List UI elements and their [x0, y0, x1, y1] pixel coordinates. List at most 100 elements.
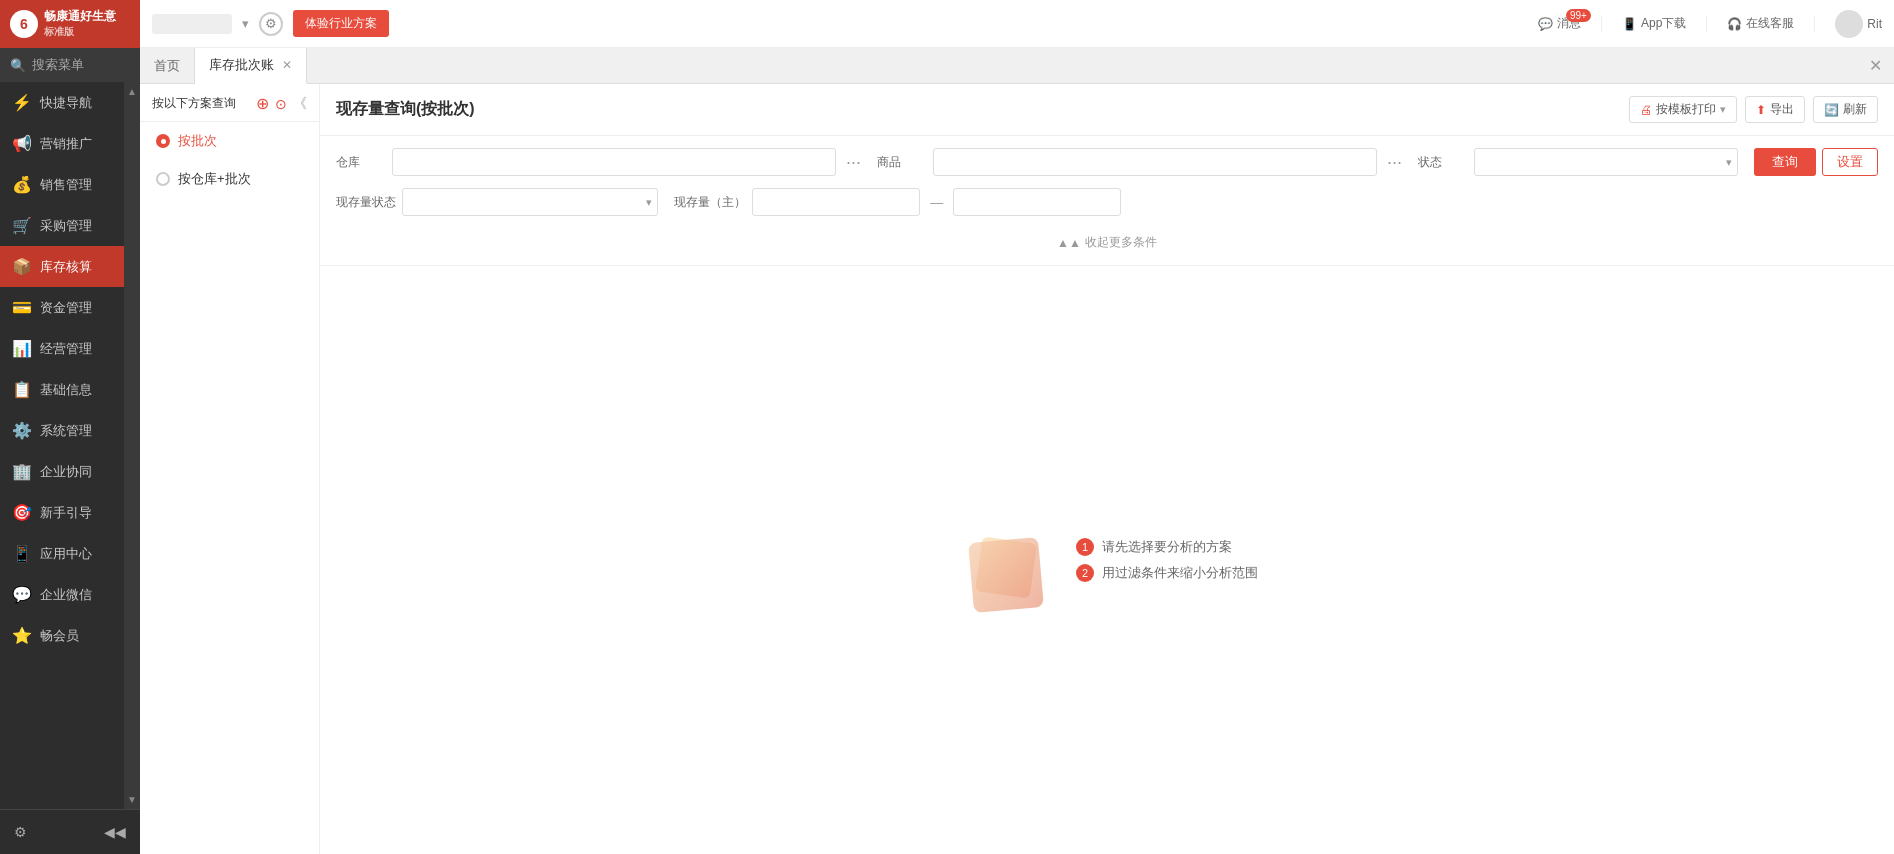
- quick-nav-icon: ⚡: [12, 93, 32, 112]
- newbie-icon: 🎯: [12, 503, 32, 522]
- messages-btn[interactable]: 💬 消息 99+: [1538, 15, 1581, 32]
- empty-icon: [956, 510, 1056, 610]
- scroll-up-btn[interactable]: ▲: [127, 86, 137, 97]
- filter-item-by-warehouse-batch[interactable]: 按仓库+批次: [140, 160, 319, 198]
- purchase-icon: 🛒: [12, 216, 32, 235]
- radio-by-warehouse-batch: [156, 172, 170, 186]
- collapse-more-icon: ▲▲: [1057, 236, 1081, 250]
- sidebar-item-sales[interactable]: 💰 销售管理: [0, 164, 124, 205]
- sidebar-item-member[interactable]: ⭐ 畅会员: [0, 615, 124, 656]
- sidebar-item-system[interactable]: ⚙️ 系统管理: [0, 410, 124, 451]
- empty-box-1: [968, 537, 1044, 613]
- print-dropdown-icon[interactable]: ▾: [1720, 103, 1726, 116]
- sidebar-label: 采购管理: [40, 217, 92, 235]
- download-icon: 📱: [1622, 17, 1637, 31]
- member-icon: ⭐: [12, 626, 32, 645]
- industry-btn[interactable]: 体验行业方案: [293, 10, 389, 37]
- tab-inventory-batch[interactable]: 库存批次账 ✕: [195, 48, 307, 84]
- basics-icon: 📋: [12, 380, 32, 399]
- search-row-2: 现存量状态 ▾ 现存量（主） —: [336, 188, 1878, 216]
- filter-item-by-batch[interactable]: 按批次: [140, 122, 319, 160]
- sidebar-item-wechat[interactable]: 💬 企业微信: [0, 574, 124, 615]
- warehouse-input[interactable]: [392, 148, 836, 176]
- topbar-gear-btn[interactable]: ⚙: [259, 12, 283, 36]
- sidebar-item-quick-nav[interactable]: ⚡ 快捷导航: [0, 82, 124, 123]
- online-service-btn[interactable]: 🎧 在线客服: [1727, 15, 1794, 32]
- print-icon: 🖨: [1640, 103, 1652, 117]
- warehouse-more-btn[interactable]: ···: [846, 152, 861, 173]
- stock-qty-dash: —: [926, 195, 947, 210]
- export-btn[interactable]: ⬆ 导出: [1745, 96, 1805, 123]
- status-select[interactable]: [1474, 148, 1738, 176]
- sidebar-item-marketing[interactable]: 📢 营销推广: [0, 123, 124, 164]
- sidebar-item-inventory[interactable]: 📦 库存核算: [0, 246, 124, 287]
- app-logo: 6: [10, 10, 38, 38]
- sidebar-item-purchase[interactable]: 🛒 采购管理: [0, 205, 124, 246]
- tab-inventory-batch-label: 库存批次账: [209, 56, 274, 74]
- product-field: 商品 ···: [877, 148, 1402, 176]
- filter-item-by-warehouse-batch-label: 按仓库+批次: [178, 170, 251, 188]
- finance-icon: 💳: [12, 298, 32, 317]
- refresh-icon: 🔄: [1824, 103, 1839, 117]
- system-icon: ⚙️: [12, 421, 32, 440]
- export-label: 导出: [1770, 101, 1794, 118]
- sidebar-item-basics[interactable]: 📋 基础信息: [0, 369, 124, 410]
- dropdown-arrow[interactable]: ▾: [242, 16, 249, 31]
- scroll-down-btn[interactable]: ▼: [127, 794, 137, 805]
- app-name: 畅康通好生意: [44, 9, 116, 25]
- avatar: [1835, 10, 1863, 38]
- filter-setting-btn[interactable]: ⊙: [275, 96, 287, 112]
- sidebar-item-enterprise[interactable]: 🏢 企业协同: [0, 451, 124, 492]
- tab-home[interactable]: 首页: [140, 48, 195, 84]
- status-field: 状态 ▾: [1418, 148, 1738, 176]
- settings-btn[interactable]: 设置: [1822, 148, 1878, 176]
- user-avatar-btn[interactable]: Rit: [1835, 10, 1882, 38]
- stock-status-label: 现存量状态: [336, 194, 396, 211]
- empty-tip-1: 1 请先选择要分析的方案: [1076, 538, 1258, 556]
- tab-close-btn[interactable]: ✕: [282, 58, 292, 72]
- query-btn[interactable]: 查询: [1754, 148, 1816, 176]
- sidebar-settings-btn[interactable]: ⚙: [10, 820, 31, 844]
- search-label: 搜索菜单: [32, 56, 84, 74]
- topbar-logo-area: [152, 14, 232, 34]
- sidebar-search[interactable]: 🔍 搜索菜单: [0, 48, 140, 82]
- product-input[interactable]: [933, 148, 1377, 176]
- username-label: Rit: [1867, 17, 1882, 31]
- stock-qty-min-input[interactable]: [752, 188, 920, 216]
- sidebar-collapse-btn[interactable]: ◀◀: [100, 820, 130, 844]
- sidebar-item-business[interactable]: 📊 经营管理: [0, 328, 124, 369]
- filter-collapse-btn[interactable]: 《: [293, 95, 307, 113]
- tabbar: 首页 库存批次账 ✕ ✕: [140, 48, 1894, 84]
- sidebar-item-finance[interactable]: 💳 资金管理: [0, 287, 124, 328]
- product-more-btn[interactable]: ···: [1387, 152, 1402, 173]
- sidebar-item-newbie[interactable]: 🎯 新手引导: [0, 492, 124, 533]
- stock-status-select[interactable]: [402, 188, 658, 216]
- stock-qty-field: 现存量（主） —: [674, 188, 1121, 216]
- filter-header-label: 按以下方案查询: [152, 95, 236, 112]
- sidebar-footer: ⚙ ◀◀: [0, 809, 140, 854]
- refresh-label: 刷新: [1843, 101, 1867, 118]
- sidebar-item-apps[interactable]: 📱 应用中心: [0, 533, 124, 574]
- sidebar-label: 系统管理: [40, 422, 92, 440]
- filter-add-btn[interactable]: ⊕: [256, 94, 269, 113]
- inventory-icon: 📦: [12, 257, 32, 276]
- warehouse-label: 仓库: [336, 154, 386, 171]
- topbar-icons: 💬 消息 99+ 📱 App下载 🎧 在线客服 Rit: [1538, 10, 1882, 38]
- radio-by-batch: [156, 134, 170, 148]
- content-area: 按以下方案查询 ⊕ ⊙ 《 按批次 按仓库+批次 现存量查询(按批次): [140, 84, 1894, 854]
- print-btn[interactable]: 🖨 按模板打印 ▾: [1629, 96, 1737, 123]
- page-header: 现存量查询(按批次) 🖨 按模板打印 ▾ ⬆ 导出 🔄 刷新: [320, 84, 1894, 136]
- enterprise-icon: 🏢: [12, 462, 32, 481]
- sidebar-label: 企业微信: [40, 586, 92, 604]
- app-download-btn[interactable]: 📱 App下载: [1622, 15, 1686, 32]
- messages-badge: 99+: [1566, 9, 1591, 22]
- tab-home-label: 首页: [154, 57, 180, 75]
- search-form: 仓库 ··· 商品 ··· 状态: [320, 136, 1894, 266]
- stock-qty-max-input[interactable]: [953, 188, 1121, 216]
- status-select-wrapper: ▾: [1474, 148, 1738, 176]
- stock-status-field: 现存量状态 ▾: [336, 188, 658, 216]
- refresh-btn[interactable]: 🔄 刷新: [1813, 96, 1878, 123]
- collapse-more-btn[interactable]: ▲▲ 收起更多条件: [336, 228, 1878, 253]
- tab-panel-close-btn[interactable]: ✕: [1857, 56, 1894, 75]
- sidebar: 6 畅康通好生意 标准版 🔍 搜索菜单 ⚡ 快捷导航 📢 营销推广 💰 销售管理: [0, 0, 140, 854]
